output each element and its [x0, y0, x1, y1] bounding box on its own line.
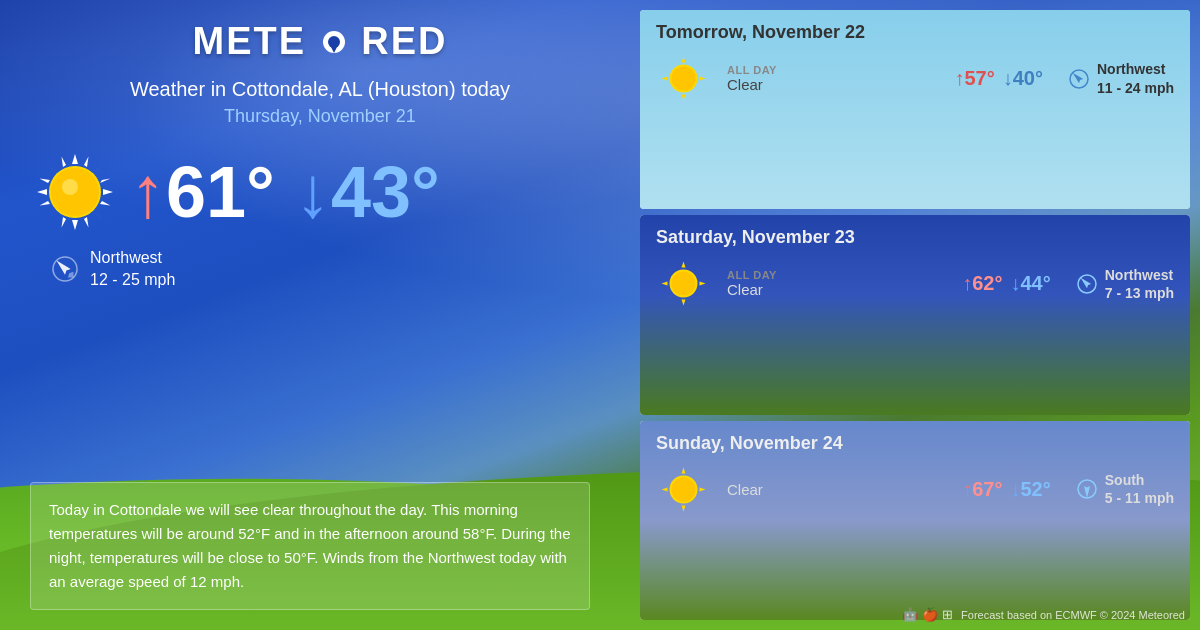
svg-marker-44: [682, 467, 686, 473]
svg-marker-45: [695, 474, 700, 479]
svg-marker-50: [662, 487, 668, 491]
svg-marker-37: [682, 300, 686, 306]
temperatures: ↑61° ↓43°: [130, 156, 440, 228]
forecast-card-2: Saturday, November 23: [640, 215, 1190, 414]
svg-marker-48: [682, 505, 686, 511]
apple-icon: 🍎: [922, 607, 938, 622]
svg-marker-27: [668, 90, 673, 95]
svg-marker-5: [95, 212, 102, 219]
footer-icons: 🤖 🍎 ⊞: [902, 607, 953, 622]
svg-marker-28: [662, 77, 668, 81]
footer: 🤖 🍎 ⊞ Forecast based on ECMWF © 2024 Met…: [902, 607, 1185, 622]
svg-marker-51: [668, 474, 673, 479]
svg-marker-38: [668, 295, 673, 300]
svg-marker-3: [95, 165, 102, 172]
wind-direction-icon: [50, 254, 80, 284]
svg-marker-13: [84, 217, 89, 227]
forecast-card-1: Tomorrow, November 22: [640, 10, 1190, 209]
location-title: Weather in Cottondale, AL (Houston) toda…: [30, 78, 610, 101]
svg-point-53: [672, 477, 696, 501]
temp-low: ↓43°: [295, 156, 440, 228]
svg-marker-26: [682, 95, 686, 101]
wind-icon-1: [1067, 67, 1091, 91]
svg-marker-24: [700, 77, 706, 81]
wind-icon-3: [1075, 477, 1099, 501]
svg-marker-8: [37, 189, 47, 195]
forecast-sun-3: [656, 462, 711, 517]
svg-point-42: [672, 272, 696, 296]
forecast-temps-1: ↑57° ↓40°: [954, 67, 1043, 90]
description-box: Today in Cottondale we will see clear th…: [30, 482, 590, 610]
svg-marker-15: [40, 201, 50, 206]
wind-icon-2: [1075, 272, 1099, 296]
svg-marker-25: [695, 90, 700, 95]
left-panel: METE RED Weather in Cottondale, AL (Hous…: [0, 0, 640, 630]
current-date: Thursday, November 21: [30, 106, 610, 127]
svg-marker-2: [72, 154, 78, 164]
svg-marker-36: [695, 295, 700, 300]
forecast-temps-3: ↑67° ↓52°: [962, 478, 1051, 501]
svg-marker-34: [695, 268, 700, 273]
svg-marker-29: [668, 63, 673, 68]
svg-marker-35: [700, 282, 706, 286]
svg-marker-33: [682, 262, 686, 268]
svg-marker-46: [700, 487, 706, 491]
wind-dir-text-1: Northwest 11 - 24 mph: [1097, 60, 1174, 96]
forecast-sun-1: [656, 51, 711, 106]
android-icon: 🤖: [902, 607, 918, 622]
svg-marker-9: [48, 165, 55, 172]
svg-marker-16: [40, 179, 50, 184]
forecast-wind-3: South 5 - 11 mph: [1075, 471, 1174, 507]
svg-marker-23: [695, 63, 700, 68]
forecast-day-1: Tomorrow, November 22: [656, 22, 1174, 43]
svg-marker-17: [62, 157, 67, 167]
svg-marker-49: [668, 500, 673, 505]
footer-text: Forecast based on ECMWF © 2024 Meteored: [961, 609, 1185, 621]
svg-marker-11: [100, 179, 110, 184]
temp-high: ↑61°: [130, 156, 275, 228]
svg-marker-39: [662, 282, 668, 286]
svg-point-31: [672, 67, 696, 91]
windows-icon: ⊞: [942, 607, 953, 622]
forecast-wind-1: Northwest 11 - 24 mph: [1067, 60, 1174, 96]
wind-text: Northwest 12 - 25 mph: [90, 247, 175, 292]
svg-point-20: [62, 179, 78, 195]
svg-marker-40: [668, 268, 673, 273]
forecast-condition-2: ALL DAY Clear: [727, 269, 946, 298]
svg-marker-14: [62, 217, 67, 227]
wind-dir-text-3: South 5 - 11 mph: [1105, 471, 1174, 507]
forecast-day-3: Sunday, November 24: [656, 433, 1174, 454]
forecast-card-3: Sunday, November 24: [640, 421, 1190, 620]
wind-dir-text-2: Northwest 7 - 13 mph: [1105, 266, 1174, 302]
right-panel: Tomorrow, November 22: [640, 0, 1200, 630]
forecast-temps-2: ↑62° ↓44°: [962, 272, 1051, 295]
sun-icon: [30, 147, 120, 237]
svg-marker-4: [103, 189, 113, 195]
svg-marker-22: [682, 57, 686, 63]
logo: METE RED: [30, 20, 610, 63]
svg-point-1: [328, 36, 340, 48]
svg-marker-10: [84, 157, 89, 167]
forecast-condition-1: ALL DAY Clear: [727, 64, 938, 93]
forecast-condition-3: Clear: [727, 481, 946, 498]
svg-marker-47: [695, 500, 700, 505]
wind-info: Northwest 12 - 25 mph: [50, 247, 610, 292]
current-weather: ↑61° ↓43°: [30, 147, 610, 237]
svg-marker-7: [48, 212, 55, 219]
forecast-day-2: Saturday, November 23: [656, 227, 1174, 248]
svg-marker-12: [100, 201, 110, 206]
svg-marker-6: [72, 220, 78, 230]
forecast-sun-2: [656, 256, 711, 311]
forecast-wind-2: Northwest 7 - 13 mph: [1075, 266, 1174, 302]
